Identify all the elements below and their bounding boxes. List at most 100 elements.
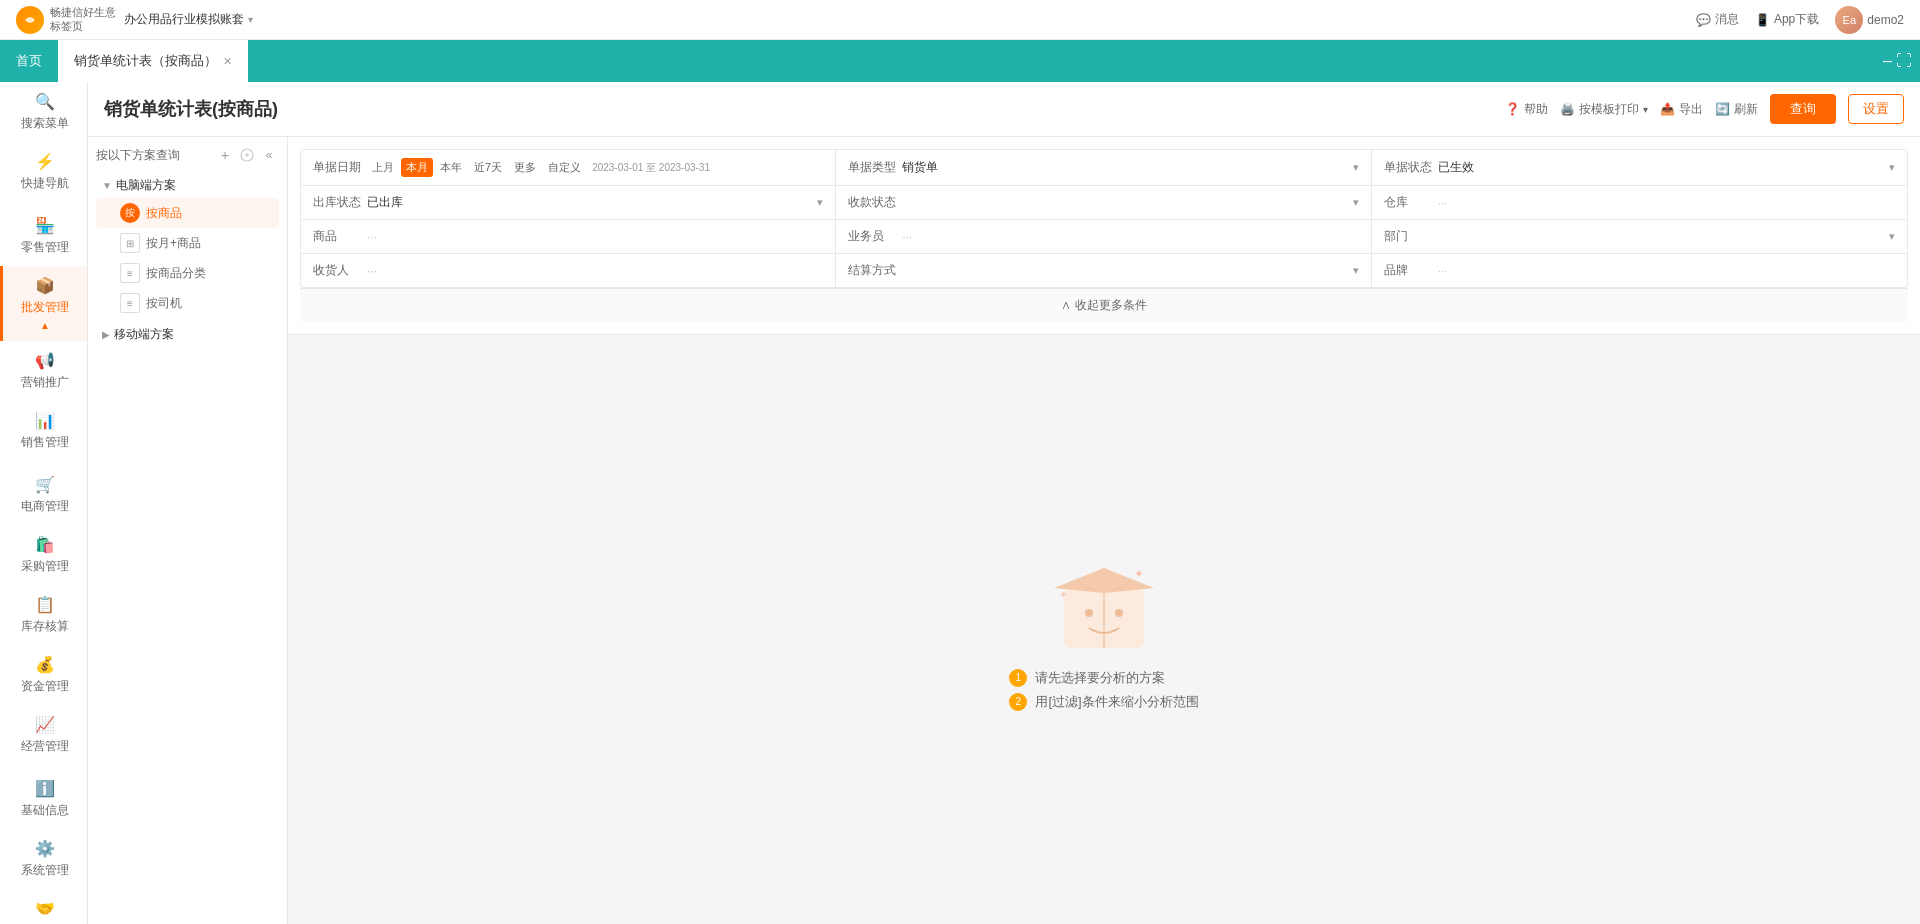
scheme-item-by-goods[interactable]: 按 按商品 <box>96 198 279 228</box>
warehouse-dots: ··· <box>1438 196 1448 210</box>
date-tab-this-year[interactable]: 本年 <box>435 158 467 177</box>
salesman-label: 业务员 <box>848 228 896 245</box>
sidebar-item-operations[interactable]: 📈 经营管理 <box>0 705 87 765</box>
app-download-btn[interactable]: 📱 App下载 <box>1755 11 1819 28</box>
sidebar-item-inventory[interactable]: 📋 库存核算 <box>0 585 87 645</box>
purchase-icon: 🛍️ <box>35 535 55 554</box>
refresh-label: 刷新 <box>1734 101 1758 118</box>
doc-type-label: 单据类型 <box>848 159 896 176</box>
scheme-item-by-category-label: 按商品分类 <box>146 265 206 282</box>
scheme-item-by-category[interactable]: ≡ 按商品分类 <box>96 258 279 288</box>
wholesale-icon: 📦 <box>35 276 55 295</box>
salesman-dots: ··· <box>902 230 912 244</box>
goods-input[interactable]: ··· <box>367 230 823 244</box>
tab-minimize-icon[interactable]: – <box>1883 52 1892 70</box>
doc-status-select[interactable]: 已生效 ▾ <box>1438 159 1895 176</box>
out-status-select[interactable]: 已出库 ▾ <box>367 194 823 211</box>
refresh-btn[interactable]: 🔄 刷新 <box>1715 101 1758 118</box>
sidebar-item-ecommerce[interactable]: 🛒 电商管理 <box>0 465 87 525</box>
main-layout: 🔍 搜索菜单 ⚡ 快捷导航 🏪 零售管理 📦 批发管理 ▲ 📢 营销推广 📊 销… <box>0 82 1920 924</box>
finance-icon: 💰 <box>35 655 55 674</box>
scheme-header: 按以下方案查询 + « <box>96 145 279 165</box>
filter-cell-salesman: 业务员 ··· <box>836 220 1371 253</box>
scheme-add-btn[interactable]: + <box>215 145 235 165</box>
warehouse-input[interactable]: ··· <box>1438 196 1895 210</box>
filter-cell-receipt-status: 收款状态 ▾ <box>836 186 1371 219</box>
sidebar-item-quick-nav[interactable]: ⚡ 快捷导航 <box>0 142 87 202</box>
chevron-down-icon: ▾ <box>248 14 253 25</box>
app-selector[interactable]: 办公用品行业模拟账套 ▾ <box>124 11 253 28</box>
svg-point-8 <box>1115 609 1123 617</box>
scheme-collapse-btn[interactable]: « <box>259 145 279 165</box>
help-btn[interactable]: ❓ 帮助 <box>1505 101 1548 118</box>
scheme-item-by-driver[interactable]: ≡ 按司机 <box>96 288 279 318</box>
operations-icon: 📈 <box>35 715 55 734</box>
date-tab-custom[interactable]: 自定义 <box>543 158 586 177</box>
sidebar-item-basic-info[interactable]: ℹ️ 基础信息 <box>0 769 87 829</box>
main-right: 单据日期 上月 本月 本年 近7天 更多 自定义 2023-03-01 至 20… <box>288 137 1920 924</box>
receiver-input[interactable]: ··· <box>367 264 823 278</box>
date-tab-last-month[interactable]: 上月 <box>367 158 399 177</box>
sidebar-label-system: 系统管理 <box>21 862 69 879</box>
svg-point-7 <box>1085 609 1093 617</box>
department-chevron-icon: ▾ <box>1889 230 1895 243</box>
payment-select[interactable]: ▾ <box>902 264 1358 277</box>
tab-home-label: 首页 <box>16 52 42 70</box>
empty-hint-2: 2 用[过滤]条件来缩小分析范围 <box>1009 693 1198 711</box>
user-info[interactable]: Ea demo2 <box>1835 6 1904 34</box>
scheme-group-mobile-header[interactable]: ▶ 移动端方案 <box>96 322 279 347</box>
date-range-value: 2023-03-01 至 2023-03-31 <box>592 161 710 175</box>
payment-chevron-icon: ▾ <box>1353 264 1359 277</box>
doc-type-chevron-icon: ▾ <box>1353 161 1359 174</box>
sidebar: 🔍 搜索菜单 ⚡ 快捷导航 🏪 零售管理 📦 批发管理 ▲ 📢 营销推广 📊 销… <box>0 82 88 924</box>
filter-row-2: 出库状态 已出库 ▾ 收款状态 ▾ <box>300 186 1908 220</box>
app-name: 办公用品行业模拟账套 <box>124 11 244 28</box>
sales-icon: 📊 <box>35 411 55 430</box>
date-tab-this-month[interactable]: 本月 <box>401 158 433 177</box>
scheme-group-desktop-header[interactable]: ▼ 电脑端方案 <box>96 173 279 198</box>
tab-active[interactable]: 销货单统计表（按商品） ✕ <box>58 40 248 82</box>
sidebar-item-system[interactable]: ⚙️ 系统管理 <box>0 829 87 889</box>
scheme-edit-btn[interactable] <box>237 145 257 165</box>
sidebar-item-search[interactable]: 🔍 搜索菜单 <box>0 82 87 142</box>
sidebar-item-sales[interactable]: 📊 销售管理 <box>0 401 87 461</box>
sidebar-label-sales: 销售管理 <box>21 434 69 451</box>
sidebar-item-marketing[interactable]: 📢 营销推广 <box>0 341 87 401</box>
sidebar-label-purchase: 采购管理 <box>21 558 69 575</box>
template-print-btn[interactable]: 🖨️ 按模板打印 ▾ <box>1560 101 1648 118</box>
collapse-btn[interactable]: ∧ 收起更多条件 <box>300 288 1908 322</box>
department-select[interactable]: ▾ <box>1438 230 1895 243</box>
date-label: 单据日期 <box>313 159 361 176</box>
scheme-item-by-month-goods[interactable]: ⊞ 按月+商品 <box>96 228 279 258</box>
setting-button[interactable]: 设置 <box>1848 94 1904 124</box>
salesman-input[interactable]: ··· <box>902 230 1358 244</box>
collapse-text: ∧ 收起更多条件 <box>1061 298 1146 312</box>
hint-text-1: 请先选择要分析的方案 <box>1035 669 1165 687</box>
sidebar-item-collab[interactable]: 🤝 企业协同 <box>0 889 87 924</box>
export-btn[interactable]: 📤 导出 <box>1660 101 1703 118</box>
out-status-value: 已出库 <box>367 194 403 211</box>
tab-maximize-icon[interactable]: ⛶ <box>1896 52 1912 70</box>
tab-bar: 首页 销货单统计表（按商品） ✕ – ⛶ <box>0 40 1920 82</box>
sidebar-item-finance[interactable]: 💰 资金管理 <box>0 645 87 705</box>
receipt-status-select[interactable]: ▾ <box>902 196 1358 209</box>
query-button[interactable]: 查询 <box>1770 94 1836 124</box>
tab-home[interactable]: 首页 <box>0 40 58 82</box>
message-btn[interactable]: 💬 消息 <box>1696 11 1739 28</box>
sidebar-item-retail[interactable]: 🏪 零售管理 <box>0 206 87 266</box>
avatar: Ea <box>1835 6 1863 34</box>
page-actions: ❓ 帮助 🖨️ 按模板打印 ▾ 📤 导出 🔄 刷新 查询 设置 <box>1505 94 1904 124</box>
date-tab-more[interactable]: 更多 <box>509 158 541 177</box>
sidebar-item-wholesale[interactable]: 📦 批发管理 ▲ <box>0 266 87 341</box>
scheme-group-mobile: ▶ 移动端方案 <box>96 322 279 347</box>
sidebar-item-purchase[interactable]: 🛍️ 采购管理 <box>0 525 87 585</box>
refresh-icon: 🔄 <box>1715 102 1730 116</box>
goods-label: 商品 <box>313 228 361 245</box>
date-tab-7days[interactable]: 近7天 <box>469 158 507 177</box>
sidebar-label-operations: 经营管理 <box>21 738 69 755</box>
doc-type-select[interactable]: 销货单 ▾ <box>902 159 1358 176</box>
brand-input[interactable]: ··· <box>1438 264 1895 278</box>
tab-close-icon[interactable]: ✕ <box>223 55 232 68</box>
scheme-item-by-goods-label: 按商品 <box>146 205 182 222</box>
brand-dots: ··· <box>1438 264 1448 278</box>
